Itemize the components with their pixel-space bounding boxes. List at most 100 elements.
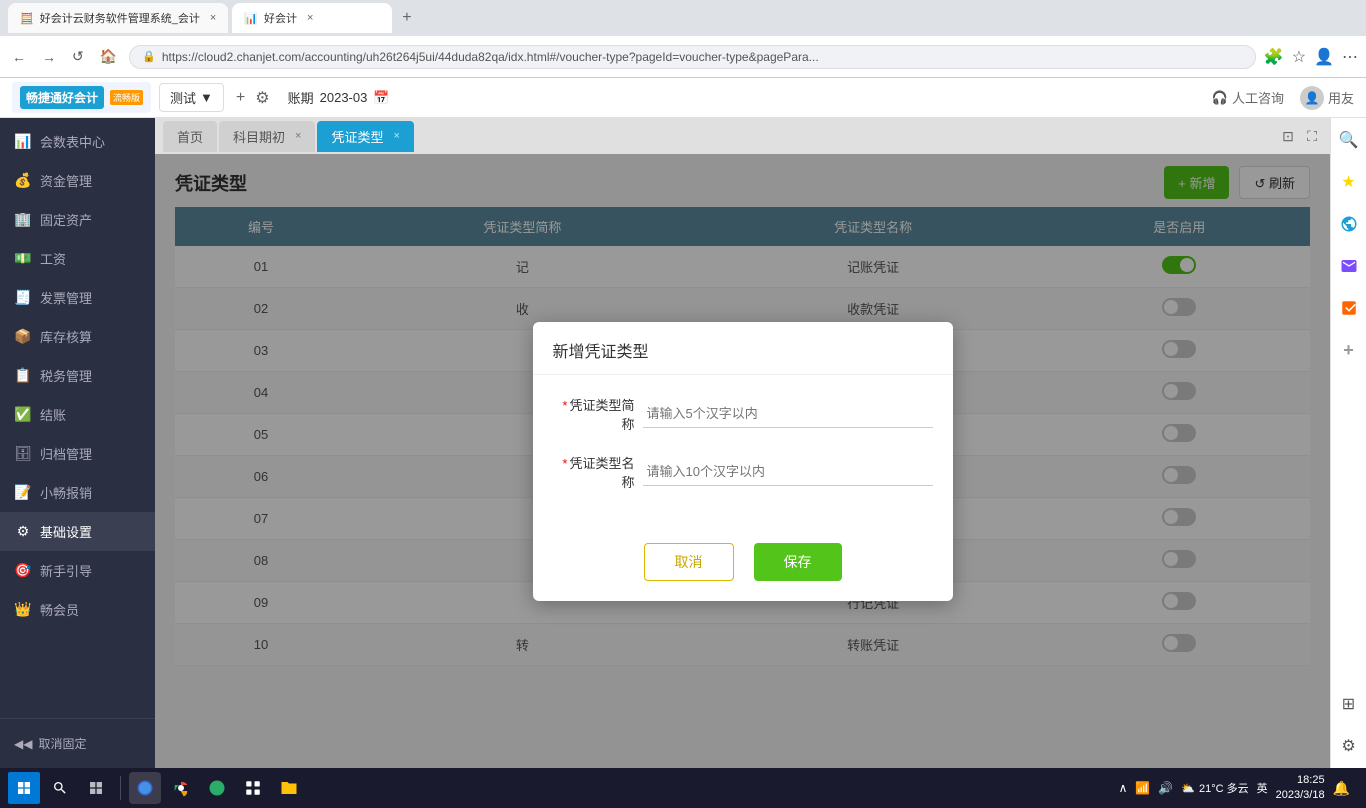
- support-button[interactable]: 🎧 人工咨询: [1212, 88, 1284, 107]
- form-row-short: *凭证类型简称: [553, 395, 933, 433]
- sidebar-item-dashboard[interactable]: 📊 会数表中心: [0, 122, 155, 161]
- back-button[interactable]: ←: [8, 45, 30, 69]
- sidebar-item-member[interactable]: 👑 畅会员: [0, 590, 155, 629]
- right-orange-icon[interactable]: [1335, 294, 1363, 322]
- taskbar-wechat[interactable]: [201, 772, 233, 804]
- sidebar-item-assets[interactable]: 🏢 固定资产: [0, 200, 155, 239]
- settings-sidebar-icon: ⚙: [14, 523, 32, 541]
- weather-info: ⛅ 21°C 多云: [1181, 780, 1248, 796]
- member-icon: 👑: [14, 601, 32, 619]
- inventory-icon: 📦: [14, 328, 32, 346]
- right-plus-icon[interactable]: +: [1335, 336, 1363, 364]
- url-bar[interactable]: 🔒 https://cloud2.chanjet.com/accounting/…: [129, 45, 1256, 69]
- right-purple-icon[interactable]: [1335, 252, 1363, 280]
- taskbar-chrome[interactable]: [165, 772, 197, 804]
- extensions-icon[interactable]: 🧩: [1264, 47, 1284, 67]
- right-settings-icon[interactable]: ⚙: [1335, 732, 1363, 760]
- user-menu[interactable]: 👤 用友: [1300, 86, 1354, 110]
- right-star-icon[interactable]: ★: [1335, 168, 1363, 196]
- settings-icon[interactable]: ⚙: [255, 88, 269, 108]
- browser-tab-1[interactable]: 🧮 好会计云财务软件管理系统_会计 ×: [8, 3, 228, 33]
- refresh-button[interactable]: ↺: [68, 44, 88, 69]
- sidebar-item-settings[interactable]: ⚙ 基础设置: [0, 512, 155, 551]
- right-grid-icon[interactable]: ⊞: [1335, 690, 1363, 718]
- invoice-icon: 🧾: [14, 289, 32, 307]
- address-actions: 🧩 ☆ 👤 ⋯: [1264, 47, 1358, 67]
- sidebar-item-inventory[interactable]: 📦 库存核算: [0, 317, 155, 356]
- user-support: 🎧 人工咨询 👤 用友: [1212, 86, 1354, 110]
- close-tab-2[interactable]: ×: [307, 12, 313, 24]
- sidebar-item-settle[interactable]: ✅ 结账: [0, 395, 155, 434]
- sidebar-item-invoice[interactable]: 🧾 发票管理: [0, 278, 155, 317]
- more-icon[interactable]: ⋯: [1342, 47, 1358, 67]
- save-button[interactable]: 保存: [754, 543, 842, 581]
- tab-voucher-type[interactable]: 凭证类型 ×: [317, 121, 413, 152]
- notification-icon[interactable]: 🔔: [1333, 780, 1350, 797]
- start-button[interactable]: [8, 772, 40, 804]
- taskbar-edge[interactable]: [129, 772, 161, 804]
- funds-icon: 💰: [14, 172, 32, 190]
- close-tab-voucher-type[interactable]: ×: [393, 130, 399, 142]
- taskbar-explorer[interactable]: [273, 772, 305, 804]
- sidebar-item-archive[interactable]: 🗄 归档管理: [0, 434, 155, 473]
- favorites-icon[interactable]: ☆: [1292, 47, 1306, 67]
- assets-icon: 🏢: [14, 211, 32, 229]
- tray-up-arrow[interactable]: ∧: [1119, 781, 1128, 795]
- sidebar-item-tax[interactable]: 📋 税务管理: [0, 356, 155, 395]
- taskbar-separator: [120, 776, 121, 800]
- tab-subject[interactable]: 科目期初 ×: [219, 121, 315, 152]
- restore-icon[interactable]: ⊡: [1278, 126, 1298, 146]
- name-input[interactable]: [643, 458, 933, 486]
- short-input[interactable]: [643, 400, 933, 428]
- modal-header: 新增凭证类型: [533, 322, 953, 375]
- lock-icon: 🔒: [142, 50, 156, 63]
- modal-footer: 取消 保存: [533, 531, 953, 601]
- add-workspace-icon[interactable]: +: [236, 89, 245, 107]
- cancel-button[interactable]: 取消: [644, 543, 734, 581]
- main-area: 首页 科目期初 × 凭证类型 × ⊡ ⛶ 凭证类型 + 新增 ↺ 刷新: [155, 118, 1330, 768]
- archive-icon: 🗄: [14, 445, 32, 463]
- modal-body: *凭证类型简称 *凭证类型名称: [533, 375, 953, 531]
- headset-icon: 🎧: [1212, 90, 1228, 106]
- calendar-icon[interactable]: 📅: [373, 90, 389, 106]
- sidebar-item-guide[interactable]: 🎯 新手引导: [0, 551, 155, 590]
- name-label: *凭证类型名称: [553, 453, 643, 491]
- right-panel: 🔍 ★ + ⊞ ⚙: [1330, 118, 1366, 768]
- sidebar-item-funds[interactable]: 💰 资金管理: [0, 161, 155, 200]
- short-label: *凭证类型简称: [553, 395, 643, 433]
- sidebar-item-report[interactable]: 📝 小畅报销: [0, 473, 155, 512]
- sidebar-item-salary[interactable]: 💵 工资: [0, 239, 155, 278]
- sound-icon: 🔊: [1158, 781, 1173, 795]
- home-button[interactable]: 🏠: [96, 44, 121, 69]
- tabs-bar: 首页 科目期初 × 凭证类型 × ⊡ ⛶: [155, 118, 1330, 154]
- maximize-icon[interactable]: ⛶: [1302, 126, 1322, 146]
- close-tab-subject[interactable]: ×: [295, 130, 301, 142]
- sidebar-bottom: ◀◀ 取消固定: [0, 718, 155, 768]
- browser-tab-2[interactable]: 📊 好会计 ×: [232, 3, 392, 33]
- sidebar-nav: 📊 会数表中心 💰 资金管理 🏢 固定资产 💵 工资 🧾 发票管理 📦: [0, 118, 155, 718]
- modal-overlay: 新增凭证类型 *凭证类型简称 *凭证类型名称: [155, 154, 1330, 768]
- network-icon: 📶: [1135, 781, 1150, 795]
- taskbar-search[interactable]: [44, 772, 76, 804]
- tab-home[interactable]: 首页: [163, 121, 217, 152]
- top-toolbar: 畅捷通好会计 流畅版 测试 ▼ + ⚙ 账期 2023-03 📅 🎧 人工咨询 …: [0, 78, 1366, 118]
- collapse-button[interactable]: ◀◀ 取消固定: [0, 727, 155, 760]
- guide-icon: 🎯: [14, 562, 32, 580]
- right-search-icon[interactable]: 🔍: [1335, 126, 1363, 154]
- taskbar: ∧ 📶 🔊 ⛅ 21°C 多云 英 18:25 2023/3/18 🔔: [0, 768, 1366, 808]
- workspace-selector[interactable]: 测试 ▼: [159, 83, 224, 112]
- close-tab-1[interactable]: ×: [210, 12, 216, 24]
- new-tab-button[interactable]: +: [396, 7, 417, 29]
- expand-buttons: ⊡ ⛶: [1278, 126, 1322, 146]
- user-avatar: 👤: [1300, 86, 1324, 110]
- taskbar-apps[interactable]: [237, 772, 269, 804]
- app-container: 📊 会数表中心 💰 资金管理 🏢 固定资产 💵 工资 🧾 发票管理 📦: [0, 118, 1366, 768]
- period-info: 账期 2023-03 📅: [288, 88, 390, 107]
- settle-icon: ✅: [14, 406, 32, 424]
- system-tray: ∧ 📶 🔊 ⛅ 21°C 多云 英 18:25 2023/3/18 🔔: [1119, 773, 1358, 804]
- toolbar-icons: + ⚙: [236, 88, 270, 108]
- right-blue-icon[interactable]: [1335, 210, 1363, 238]
- taskbar-task-view[interactable]: [80, 772, 112, 804]
- forward-button[interactable]: →: [38, 45, 60, 69]
- profile-icon[interactable]: 👤: [1314, 47, 1334, 67]
